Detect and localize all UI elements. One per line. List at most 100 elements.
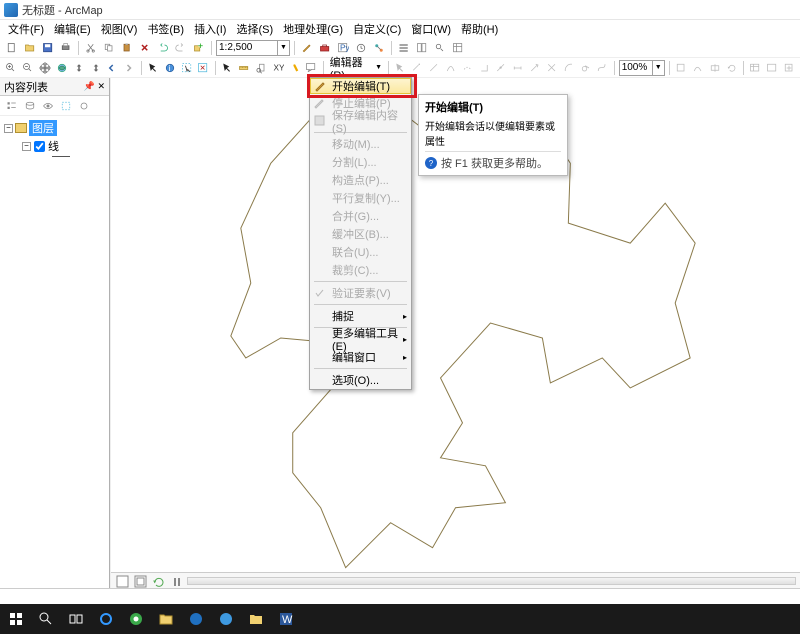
menu-insert[interactable]: 插入(I) bbox=[190, 20, 230, 38]
zoom-pct-dropdown-icon[interactable]: ▼ bbox=[652, 61, 664, 75]
cut-polygons-icon[interactable] bbox=[674, 60, 689, 76]
list-by-visibility-icon[interactable] bbox=[40, 98, 56, 114]
paste-button[interactable] bbox=[119, 40, 135, 56]
straight-segment-icon[interactable] bbox=[427, 60, 442, 76]
menu-selection[interactable]: 选择(S) bbox=[232, 20, 277, 38]
identify-icon[interactable]: i bbox=[162, 60, 177, 76]
fixed-zoom-out-icon[interactable] bbox=[88, 60, 103, 76]
pin-icon[interactable]: 📌 ✕ bbox=[84, 81, 105, 92]
menu-customize[interactable]: 自定义(C) bbox=[349, 20, 405, 38]
bezier-icon[interactable] bbox=[595, 60, 610, 76]
reshape-icon[interactable] bbox=[690, 60, 705, 76]
select-elements-icon[interactable] bbox=[146, 60, 161, 76]
refresh-icon[interactable] bbox=[151, 574, 167, 588]
data-view-tab[interactable] bbox=[115, 574, 131, 588]
editor-toolbar-icon[interactable] bbox=[299, 40, 315, 56]
search-taskbar-icon[interactable] bbox=[36, 609, 56, 629]
new-button[interactable] bbox=[4, 40, 20, 56]
explorer-icon[interactable] bbox=[156, 609, 176, 629]
full-extent-icon[interactable] bbox=[54, 60, 69, 76]
table-of-contents-icon[interactable] bbox=[396, 40, 412, 56]
layer-symbol[interactable] bbox=[52, 156, 70, 157]
list-by-drawing-icon[interactable] bbox=[4, 98, 20, 114]
arc-icon[interactable] bbox=[561, 60, 576, 76]
find-icon[interactable] bbox=[253, 60, 268, 76]
ctx-windows[interactable]: 编辑窗口 bbox=[310, 348, 411, 366]
browser-icon[interactable] bbox=[126, 609, 146, 629]
delete-button[interactable] bbox=[137, 40, 153, 56]
file-explorer-icon[interactable] bbox=[246, 609, 266, 629]
trace-icon[interactable] bbox=[460, 60, 475, 76]
menu-file[interactable]: 文件(F) bbox=[4, 20, 48, 38]
midpoint-icon[interactable] bbox=[494, 60, 509, 76]
edge-icon[interactable] bbox=[186, 609, 206, 629]
menu-window[interactable]: 窗口(W) bbox=[407, 20, 455, 38]
arccatalog-tree-icon[interactable] bbox=[450, 40, 466, 56]
list-by-selection-icon[interactable] bbox=[58, 98, 74, 114]
scale-input[interactable] bbox=[217, 42, 277, 53]
options-icon[interactable] bbox=[76, 98, 92, 114]
rotate-icon[interactable] bbox=[724, 60, 739, 76]
start-button[interactable] bbox=[6, 609, 26, 629]
right-angle-icon[interactable] bbox=[477, 60, 492, 76]
select-features-icon[interactable] bbox=[179, 60, 194, 76]
undo-button[interactable] bbox=[155, 40, 171, 56]
redo-button[interactable] bbox=[173, 40, 189, 56]
distance-icon[interactable] bbox=[511, 60, 526, 76]
end-point-arc-icon[interactable] bbox=[443, 60, 458, 76]
measure-icon[interactable] bbox=[237, 60, 252, 76]
search-icon[interactable] bbox=[432, 40, 448, 56]
collapse-icon[interactable]: − bbox=[4, 124, 13, 133]
scale-dropdown-icon[interactable]: ▼ bbox=[277, 41, 289, 55]
ctx-start-editing[interactable]: 开始编辑(T) bbox=[310, 78, 411, 94]
list-by-source-icon[interactable] bbox=[22, 98, 38, 114]
zoom-out-icon[interactable] bbox=[21, 60, 36, 76]
collapse-icon[interactable]: − bbox=[22, 142, 31, 151]
cut-button[interactable] bbox=[83, 40, 99, 56]
cortana-icon[interactable] bbox=[96, 609, 116, 629]
layout-view-tab[interactable] bbox=[133, 574, 149, 588]
zoom-pct-input[interactable] bbox=[620, 62, 652, 73]
split-tool-icon[interactable] bbox=[707, 60, 722, 76]
zoom-in-icon[interactable] bbox=[4, 60, 19, 76]
hyperlink-icon[interactable] bbox=[287, 60, 302, 76]
attributes-icon[interactable] bbox=[748, 60, 763, 76]
xy-icon[interactable]: XY bbox=[270, 60, 285, 76]
map-view[interactable]: 开始编辑(T) 停止编辑(P) 保存编辑内容(S) 移动(M)... 分割(L)… bbox=[110, 78, 800, 588]
catalog-icon[interactable] bbox=[414, 40, 430, 56]
word-icon[interactable]: W bbox=[276, 609, 296, 629]
sketch-props-icon[interactable] bbox=[765, 60, 780, 76]
open-button[interactable] bbox=[22, 40, 38, 56]
html-popup-icon[interactable] bbox=[304, 60, 319, 76]
zoom-pct-combo[interactable]: ▼ bbox=[619, 60, 665, 76]
scroll-track[interactable] bbox=[187, 577, 796, 585]
menu-edit[interactable]: 编辑(E) bbox=[50, 20, 95, 38]
edit-annotation-icon[interactable] bbox=[410, 60, 425, 76]
ctx-snapping[interactable]: 捕捉 bbox=[310, 307, 411, 325]
select-arrow-icon[interactable] bbox=[220, 60, 235, 76]
fixed-zoom-in-icon[interactable] bbox=[71, 60, 86, 76]
menu-view[interactable]: 视图(V) bbox=[97, 20, 142, 38]
tangent-icon[interactable] bbox=[578, 60, 593, 76]
arcmap-taskbar-icon[interactable] bbox=[216, 609, 236, 629]
back-icon[interactable] bbox=[105, 60, 120, 76]
intersection-icon[interactable] bbox=[544, 60, 559, 76]
menu-help[interactable]: 帮助(H) bbox=[457, 20, 502, 38]
pan-icon[interactable] bbox=[38, 60, 53, 76]
task-view-icon[interactable] bbox=[66, 609, 86, 629]
ctx-more-tools[interactable]: 更多编辑工具(E) bbox=[310, 330, 411, 348]
print-button[interactable] bbox=[58, 40, 74, 56]
clear-selection-icon[interactable] bbox=[196, 60, 211, 76]
tree-layer[interactable]: − 线 bbox=[22, 138, 105, 154]
tree-dataframe[interactable]: − 图层 bbox=[4, 120, 105, 136]
menu-bookmarks[interactable]: 书签(B) bbox=[143, 20, 188, 38]
add-data-button[interactable] bbox=[191, 40, 207, 56]
save-button[interactable] bbox=[40, 40, 56, 56]
pause-drawing-icon[interactable] bbox=[169, 574, 185, 588]
ctx-options[interactable]: 选项(O)... bbox=[310, 371, 411, 389]
create-features-icon[interactable] bbox=[782, 60, 797, 76]
scale-combo[interactable]: ▼ bbox=[216, 40, 290, 56]
layer-visible-checkbox[interactable] bbox=[34, 141, 45, 152]
menu-geoprocessing[interactable]: 地理处理(G) bbox=[279, 20, 347, 38]
forward-icon[interactable] bbox=[122, 60, 137, 76]
